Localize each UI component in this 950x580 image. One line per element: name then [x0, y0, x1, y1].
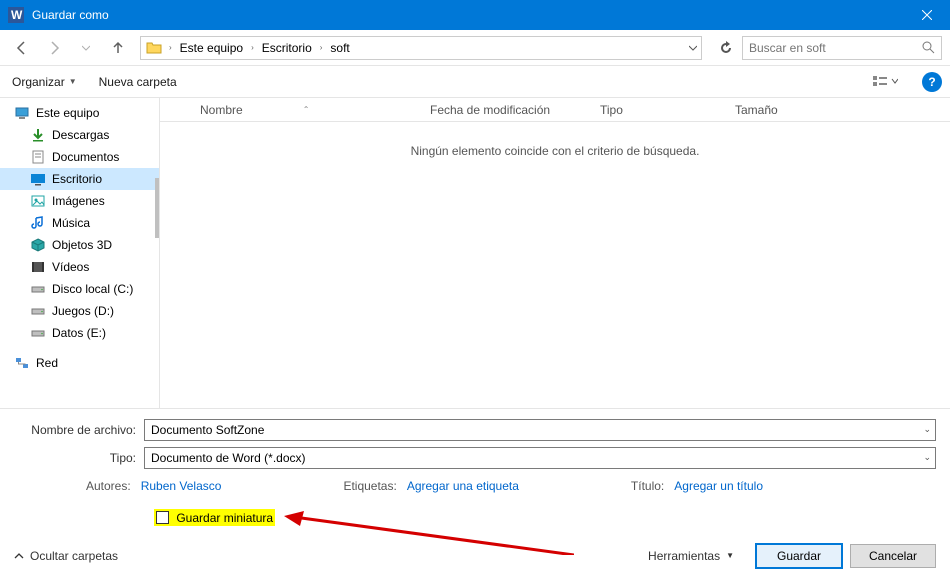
breadcrumb-mid[interactable]: Escritorio — [258, 41, 316, 55]
tree-icon — [30, 325, 46, 341]
breadcrumb-leaf[interactable]: soft — [326, 41, 353, 55]
tree-icon — [14, 105, 30, 121]
save-panel: Nombre de archivo: Documento SoftZone ⌄ … — [0, 408, 950, 576]
tree-label: Escritorio — [52, 172, 102, 186]
tree-label: Juegos (D:) — [52, 304, 114, 318]
tree-network[interactable]: Red — [0, 352, 159, 374]
breadcrumb-root[interactable]: Este equipo — [176, 41, 247, 55]
title-meta-label: Título: — [631, 479, 664, 493]
tree-icon — [30, 171, 46, 187]
organize-menu[interactable]: Organizar ▼ — [8, 73, 81, 91]
sort-indicator-icon: ⌃ — [303, 105, 310, 114]
chevron-right-icon[interactable]: › — [165, 43, 176, 52]
recent-dropdown[interactable] — [72, 34, 100, 62]
filename-input[interactable]: Documento SoftZone ⌄ — [144, 419, 936, 441]
folder-icon — [145, 39, 163, 57]
tree-label: Red — [36, 356, 58, 370]
new-folder-button[interactable]: Nueva carpeta — [95, 73, 181, 91]
col-name[interactable]: Nombre — [200, 103, 243, 117]
close-button[interactable] — [904, 0, 950, 30]
authors-value[interactable]: Ruben Velasco — [141, 479, 222, 493]
save-button[interactable]: Guardar — [756, 544, 842, 568]
word-app-icon: W — [8, 7, 24, 23]
tree-label: Descargas — [52, 128, 109, 142]
dialog-title: Guardar como — [32, 8, 109, 22]
tree-icon — [30, 303, 46, 319]
search-icon — [922, 41, 935, 54]
dropdown-caret-icon[interactable]: ⌄ — [923, 452, 931, 463]
hide-folders-button[interactable]: Ocultar carpetas — [14, 549, 118, 563]
search-box[interactable] — [742, 36, 942, 60]
tree-icon — [30, 281, 46, 297]
body-area: Este equipo Descargas Documentos Escritorio… — [0, 98, 950, 408]
empty-message: Ningún elemento coincide con el criterio… — [160, 144, 950, 158]
chevron-right-icon[interactable]: › — [247, 43, 258, 52]
tree-item-0[interactable]: Descargas — [0, 124, 159, 146]
footer-row: Ocultar carpetas Herramientas ▼ Guardar … — [14, 544, 936, 568]
tags-label: Etiquetas: — [343, 479, 396, 493]
filetype-label: Tipo: — [14, 451, 144, 465]
navigation-bar: › Este equipo › Escritorio › soft — [0, 30, 950, 66]
filetype-select[interactable]: Documento de Word (*.docx) ⌄ — [144, 447, 936, 469]
chevron-right-icon[interactable]: › — [316, 43, 327, 52]
up-button[interactable] — [104, 34, 132, 62]
forward-button[interactable] — [40, 34, 68, 62]
tags-value[interactable]: Agregar una etiqueta — [407, 479, 519, 493]
tree-item-3[interactable]: Imágenes — [0, 190, 159, 212]
toolbar: Organizar ▼ Nueva carpeta ? — [0, 66, 950, 98]
column-headers[interactable]: Nombre ⌃ Fecha de modificación Tipo Tamañ… — [160, 98, 950, 122]
svg-text:W: W — [11, 8, 23, 22]
tree-label: Este equipo — [36, 106, 99, 120]
tree-label: Música — [52, 216, 90, 230]
tree-icon — [30, 193, 46, 209]
filename-label: Nombre de archivo: — [14, 423, 144, 437]
col-modified[interactable]: Fecha de modificación — [430, 103, 600, 117]
tree-item-7[interactable]: Disco local (C:) — [0, 278, 159, 300]
chevron-up-icon — [14, 551, 24, 561]
tree-item-1[interactable]: Documentos — [0, 146, 159, 168]
tools-menu[interactable]: Herramientas ▼ — [648, 549, 734, 563]
tree-label: Disco local (C:) — [52, 282, 133, 296]
search-input[interactable] — [749, 41, 922, 55]
tree-icon — [14, 355, 30, 371]
tree-item-9[interactable]: Datos (E:) — [0, 322, 159, 344]
col-size[interactable]: Tamaño — [735, 103, 835, 117]
caret-down-icon: ▼ — [726, 551, 734, 560]
tree-icon — [30, 237, 46, 253]
folder-tree[interactable]: Este equipo Descargas Documentos Escritorio… — [0, 98, 160, 408]
tree-label: Datos (E:) — [52, 326, 106, 340]
metadata-row: Autores: Ruben Velasco Etiquetas: Agrega… — [14, 479, 936, 493]
save-thumbnail-checkbox[interactable] — [156, 511, 169, 524]
title-meta-value[interactable]: Agregar un título — [674, 479, 763, 493]
dropdown-caret-icon[interactable]: ⌄ — [923, 424, 931, 435]
tree-icon — [30, 149, 46, 165]
tree-item-2[interactable]: Escritorio — [0, 168, 159, 190]
refresh-button[interactable] — [714, 36, 738, 60]
tree-label: Vídeos — [52, 260, 89, 274]
cancel-button[interactable]: Cancelar — [850, 544, 936, 568]
tree-icon — [30, 127, 46, 143]
tree-item-8[interactable]: Juegos (D:) — [0, 300, 159, 322]
help-button[interactable]: ? — [922, 72, 942, 92]
tree-label: Objetos 3D — [52, 238, 112, 252]
file-list-panel: Nombre ⌃ Fecha de modificación Tipo Tamañ… — [160, 98, 950, 408]
view-options-button[interactable] — [868, 71, 902, 93]
tree-item-6[interactable]: Vídeos — [0, 256, 159, 278]
breadcrumb-bar[interactable]: › Este equipo › Escritorio › soft — [140, 36, 702, 60]
authors-label: Autores: — [86, 479, 131, 493]
tree-item-5[interactable]: Objetos 3D — [0, 234, 159, 256]
tree-icon — [30, 215, 46, 231]
col-type[interactable]: Tipo — [600, 103, 735, 117]
back-button[interactable] — [8, 34, 36, 62]
tree-label: Documentos — [52, 150, 119, 164]
tree-item-4[interactable]: Música — [0, 212, 159, 234]
caret-down-icon: ▼ — [69, 77, 77, 86]
tree-label: Imágenes — [52, 194, 105, 208]
titlebar: W Guardar como — [0, 0, 950, 30]
thumbnail-row: Guardar miniatura — [14, 509, 936, 526]
tree-icon — [30, 259, 46, 275]
save-thumbnail-label: Guardar miniatura — [176, 511, 273, 525]
chevron-down-icon[interactable] — [689, 44, 697, 52]
tree-root-thispc[interactable]: Este equipo — [0, 102, 159, 124]
